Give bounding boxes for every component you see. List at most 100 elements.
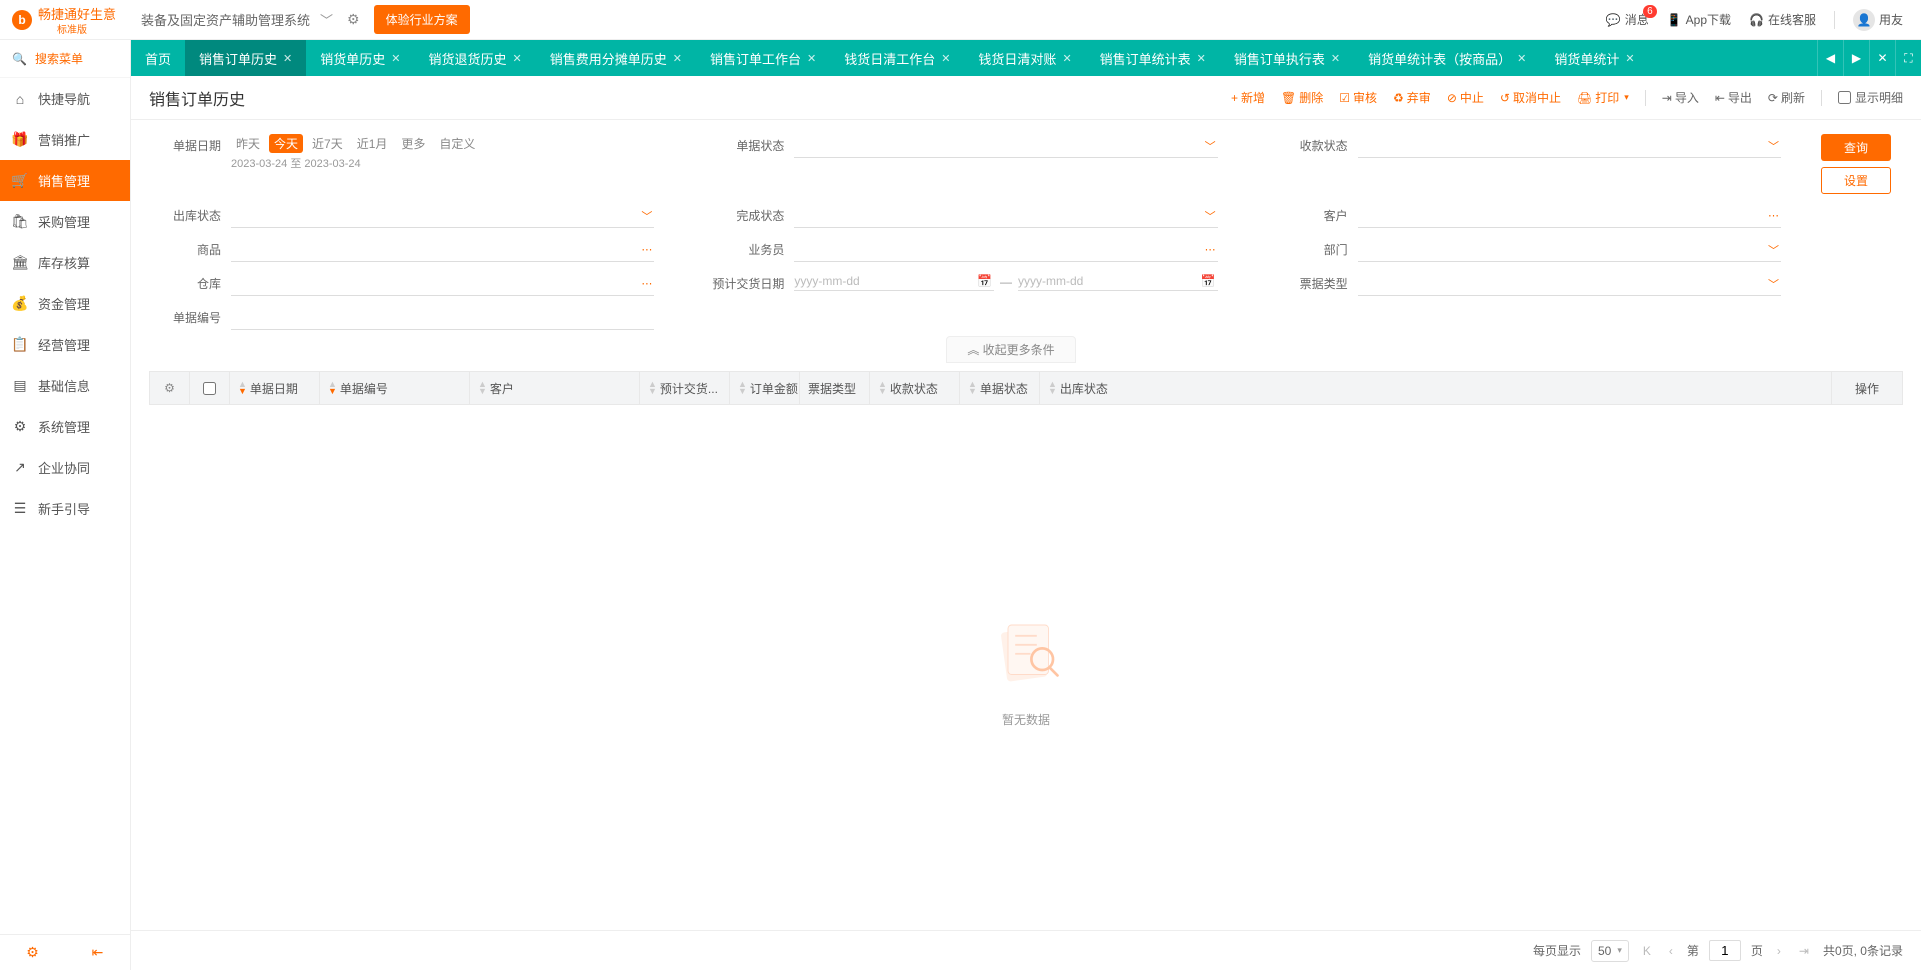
warehouse-input[interactable]: ⋯ [231,272,654,296]
department-select[interactable]: ﹀ [1358,238,1781,262]
collapse-sidebar-button[interactable]: ⇤ [65,935,130,970]
sidebar-item-7[interactable]: ▤基础信息 [0,365,130,406]
delete-button[interactable]: 🗑删除 [1281,89,1323,106]
system-selector[interactable]: 装备及固定资产辅助管理系统 ﹀ [141,10,333,29]
tab-fullscreen[interactable]: ⛶ [1895,40,1921,76]
show-detail-checkbox[interactable]: 显示明细 [1838,89,1903,106]
tab-8[interactable]: 销售订单统计表✕ [1086,40,1220,76]
close-icon[interactable]: ✕ [807,52,816,65]
date-recent7[interactable]: 近7天 [307,134,348,153]
date-recent1m[interactable]: 近1月 [352,134,393,153]
online-service-button[interactable]: 🎧 在线客服 [1749,11,1816,28]
tab-6[interactable]: 钱货日清工作台✕ [830,40,964,76]
abandon-button[interactable]: ♻弃审 [1393,89,1431,106]
sidebar-item-0[interactable]: ⌂快捷导航 [0,78,130,119]
refresh-button[interactable]: ⟳刷新 [1768,89,1805,106]
col-bill-status[interactable]: ▲▼单据状态 [960,372,1040,404]
tab-1[interactable]: 销售订单历史✕ [185,40,306,76]
settings-footer-button[interactable]: ⚙ [0,935,65,970]
close-icon[interactable]: ✕ [1517,52,1526,65]
sidebar-item-1[interactable]: 🎁营销推广 [0,119,130,160]
close-icon[interactable]: ✕ [1062,52,1071,65]
sidebar-item-4[interactable]: 🏛库存核算 [0,242,130,283]
close-icon[interactable]: ✕ [513,52,522,65]
audit-button[interactable]: ☑审核 [1339,89,1377,106]
close-icon[interactable]: ✕ [1625,52,1634,65]
date-more[interactable]: 更多 [396,134,430,153]
new-button[interactable]: +新增 [1231,89,1265,106]
sidebar-item-3[interactable]: 🛍采购管理 [0,201,130,242]
sidebar-item-8[interactable]: ⚙系统管理 [0,406,130,447]
sidebar-search[interactable]: 🔍 搜索菜单 [0,40,130,78]
user-menu[interactable]: 👤 用友 [1853,9,1903,31]
date-custom[interactable]: 自定义 [434,134,480,153]
bill-status-select[interactable]: ﹀ [794,134,1217,158]
delivery-date-from[interactable]: yyyy-mm-dd📅 [794,272,994,291]
col-out-status[interactable]: ▲▼出库状态 [1040,372,1832,404]
tab-11[interactable]: 销货单统计✕ [1540,40,1648,76]
delivery-date-to[interactable]: yyyy-mm-dd📅 [1018,272,1218,291]
close-icon[interactable]: ✕ [1331,52,1340,65]
setting-button[interactable]: 设置 [1821,167,1891,194]
product-input[interactable]: ⋯ [231,238,654,262]
col-receipt-status[interactable]: ▲▼收款状态 [870,372,960,404]
more-icon: ⋯ [641,277,652,290]
tab-4[interactable]: 销售费用分摊单历史✕ [536,40,696,76]
collapse-filters-button[interactable]: ︽ 收起更多条件 [946,336,1076,363]
sidebar-item-2[interactable]: 🛒销售管理 [0,160,130,201]
col-bill-no[interactable]: ▲▼单据编号 [320,372,470,404]
tab-scroll-left[interactable]: ◀ [1817,40,1843,76]
app-download-button[interactable]: 📱 App下载 [1667,11,1731,28]
stop-button[interactable]: ⊘中止 [1447,89,1484,106]
col-customer[interactable]: ▲▼客户 [470,372,640,404]
query-button[interactable]: 查询 [1821,134,1891,161]
tab-scroll-right[interactable]: ▶ [1843,40,1869,76]
experience-button[interactable]: 体验行业方案 [374,5,470,34]
select-all-checkbox[interactable] [190,372,230,404]
col-amount[interactable]: ▲▼订单金额 [730,372,800,404]
sidebar-item-5[interactable]: 💰资金管理 [0,283,130,324]
tab-7[interactable]: 钱货日清对账✕ [964,40,1085,76]
export-button[interactable]: ⇤导出 [1715,89,1752,106]
last-page-button[interactable]: ⇥ [1795,944,1813,958]
salesman-input[interactable]: ⋯ [794,238,1217,262]
sidebar-item-10[interactable]: ☰新手引导 [0,488,130,529]
print-button[interactable]: 🖨打印▾ [1577,89,1629,106]
col-bill-date[interactable]: ▲▼单据日期 [230,372,320,404]
import-button[interactable]: ⇥导入 [1662,89,1699,106]
out-status-select[interactable]: ﹀ [231,204,654,228]
tab-5[interactable]: 销售订单工作台✕ [696,40,830,76]
close-icon[interactable]: ✕ [391,52,400,65]
close-icon[interactable]: ✕ [283,52,292,65]
page-input[interactable] [1709,940,1741,961]
close-icon[interactable]: ✕ [941,52,950,65]
complete-status-select[interactable]: ﹀ [794,204,1217,228]
tab-close-all[interactable]: ✕ [1869,40,1895,76]
col-delivery[interactable]: ▲▼预计交货... [640,372,730,404]
tab-0[interactable]: 首页 [131,40,185,76]
gear-icon[interactable]: ⚙ [347,11,360,28]
show-detail-input[interactable] [1838,91,1851,104]
close-icon[interactable]: ✕ [673,52,682,65]
tab-3[interactable]: 销货退货历史✕ [414,40,535,76]
customer-input[interactable]: ⋯ [1358,204,1781,228]
ticket-type-select[interactable]: ﹀ [1358,272,1781,296]
first-page-button[interactable]: K [1639,944,1655,958]
page-size-select[interactable]: 50 ▾ [1591,940,1629,962]
column-settings-button[interactable]: ⚙ [150,372,190,404]
sidebar-item-6[interactable]: 📋经营管理 [0,324,130,365]
tab-2[interactable]: 销货单历史✕ [306,40,414,76]
tab-9[interactable]: 销售订单执行表✕ [1220,40,1354,76]
receipt-status-select[interactable]: ﹀ [1358,134,1781,158]
col-ticket-type[interactable]: 票据类型 [800,372,870,404]
bill-no-input[interactable] [231,306,654,330]
cancel-stop-button[interactable]: ↺取消中止 [1500,89,1561,106]
prev-page-button[interactable]: ‹ [1665,944,1677,958]
sidebar-item-9[interactable]: ↗企业协同 [0,447,130,488]
messages-button[interactable]: 💬 消息 6 [1606,11,1649,28]
date-today[interactable]: 今天 [269,134,303,153]
tab-10[interactable]: 销货单统计表（按商品）✕ [1354,40,1540,76]
next-page-button[interactable]: › [1773,944,1785,958]
date-yesterday[interactable]: 昨天 [231,134,265,153]
close-icon[interactable]: ✕ [1197,52,1206,65]
